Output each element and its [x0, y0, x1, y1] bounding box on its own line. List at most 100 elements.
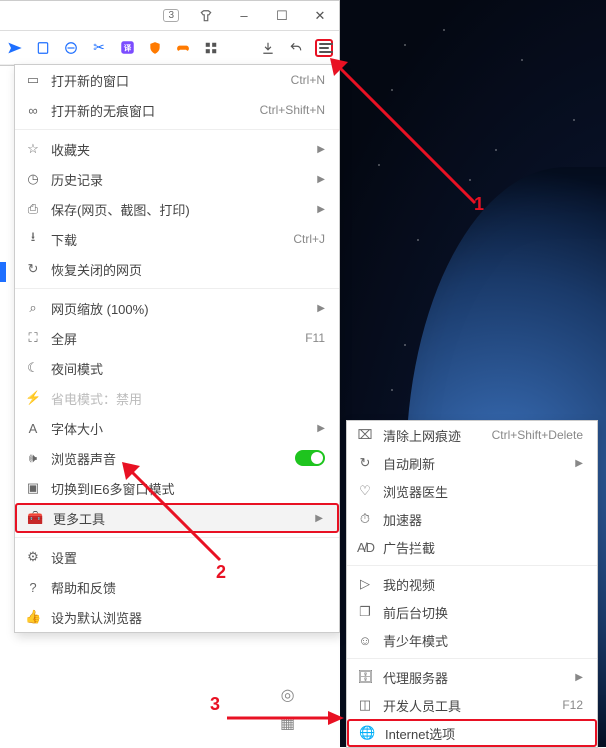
windows-icon: ▣	[25, 480, 41, 496]
menu-downloads[interactable]: ⭳ 下载 Ctrl+J	[15, 224, 339, 254]
menu-night-mode[interactable]: ☾ 夜间模式	[15, 353, 339, 383]
menu-restore-closed[interactable]: ↻ 恢复关闭的网页	[15, 254, 339, 284]
bookmark-icon[interactable]	[34, 39, 52, 57]
menu-favorites-label: 收藏夹	[51, 140, 307, 159]
annotation-number-3: 3	[210, 694, 220, 715]
submenu-proxy-server[interactable]: 🗄 代理服务器 ▶	[347, 663, 597, 691]
heart-icon: ♡	[357, 483, 373, 499]
menu-zoom[interactable]: ⌕ 网页缩放 (100%) ▶	[15, 293, 339, 323]
speaker-icon: 🕪	[25, 450, 41, 466]
refresh-icon: ↻	[357, 455, 373, 471]
corner-icons: ◎ ▦	[280, 685, 295, 733]
menu-separator	[15, 129, 339, 130]
menu-ie6-mode[interactable]: ▣ 切换到IE6多窗口模式	[15, 473, 339, 503]
download-icon: ⭳	[25, 228, 41, 250]
menu-default-label: 设为默认浏览器	[51, 608, 325, 627]
shield-icon[interactable]	[146, 39, 164, 57]
menu-settings[interactable]: ⚙ 设置	[15, 542, 339, 572]
submenu-fgbg-switch[interactable]: ❐ 前后台切换	[347, 598, 597, 626]
maximize-button[interactable]: ☐	[263, 1, 301, 30]
close-button[interactable]: ✕	[301, 1, 339, 30]
gauge-icon: ⏱	[357, 511, 373, 527]
menu-zoom-label: 网页缩放 (100%)	[51, 299, 307, 318]
submenu-internet-options[interactable]: 🌐 Internet选项	[347, 719, 597, 747]
submenu-doctor-label: 浏览器医生	[383, 482, 583, 501]
bird-icon[interactable]	[6, 39, 24, 57]
menu-fullscreen-label: 全屏	[51, 329, 295, 348]
submenu-accel-label: 加速器	[383, 510, 583, 529]
menu-ie6-label: 切换到IE6多窗口模式	[51, 479, 325, 498]
submenu-clear-label: 清除上网痕迹	[383, 426, 482, 445]
scissors-icon[interactable]: ✂	[90, 39, 108, 57]
submenu-devtools[interactable]: ◫ 开发人员工具 F12	[347, 691, 597, 719]
submenu-teen-mode[interactable]: ☺ 青少年模式	[347, 626, 597, 654]
menu-new-incognito[interactable]: ∞ 打开新的无痕窗口 Ctrl+Shift+N	[15, 95, 339, 125]
star-icon: ☆	[25, 141, 41, 157]
submenu-devtools-label: 开发人员工具	[383, 696, 552, 715]
globe-icon: 🌐	[359, 725, 375, 741]
menu-set-default-browser[interactable]: 👍 设为默认浏览器	[15, 602, 339, 632]
annotation-number-1: 1	[474, 194, 484, 215]
menu-history-label: 历史记录	[51, 170, 307, 189]
submenu-proxy-label: 代理服务器	[383, 668, 565, 687]
help-icon: ?	[25, 580, 41, 595]
menu-button[interactable]	[315, 39, 333, 57]
submenu-arrow-icon: ▶	[317, 204, 325, 215]
tab-count-badge[interactable]: 3	[163, 9, 179, 22]
submenu-fgbg-label: 前后台切换	[383, 603, 583, 622]
grid-icon[interactable]	[202, 39, 220, 57]
submenu-clear-traces[interactable]: ⌧ 清除上网痕迹 Ctrl+Shift+Delete	[347, 421, 597, 449]
clock-icon: ◷	[25, 171, 41, 187]
download-icon[interactable]	[259, 39, 277, 57]
font-icon: A	[25, 421, 41, 436]
submenu-arrow-icon: ▶	[315, 513, 323, 524]
submenu-arrow-icon: ▶	[317, 144, 325, 155]
submenu-auto-refresh[interactable]: ↻ 自动刷新 ▶	[347, 449, 597, 477]
menu-favorites[interactable]: ☆ 收藏夹 ▶	[15, 134, 339, 164]
gamepad-icon[interactable]	[174, 39, 192, 57]
left-accent-stub	[0, 262, 6, 282]
submenu-autorefresh-label: 自动刷新	[383, 454, 565, 473]
menu-new-incognito-shortcut: Ctrl+Shift+N	[260, 103, 325, 117]
toolbox-icon: 🧰	[27, 510, 43, 526]
submenu-teen-label: 青少年模式	[383, 631, 583, 650]
undo-icon[interactable]	[287, 39, 305, 57]
teen-icon: ☺	[357, 633, 373, 648]
submenu-myvideo-label: 我的视频	[383, 575, 583, 594]
bolt-icon: ⚡	[25, 390, 41, 406]
menu-new-window-shortcut: Ctrl+N	[291, 73, 325, 87]
submenu-accelerator[interactable]: ⏱ 加速器	[347, 505, 597, 533]
menu-new-window[interactable]: ▭ 打开新的窗口 Ctrl+N	[15, 65, 339, 95]
menu-new-incognito-label: 打开新的无痕窗口	[51, 101, 250, 120]
submenu-adblock[interactable]: A̸D 广告拦截	[347, 533, 597, 561]
translate-icon[interactable]: 译	[118, 39, 136, 57]
menu-font-size[interactable]: A 字体大小 ▶	[15, 413, 339, 443]
menu-save-label: 保存(网页、截图、打印)	[51, 200, 307, 219]
submenu-devtools-shortcut: F12	[562, 698, 583, 712]
menu-separator	[347, 565, 597, 566]
sound-toggle[interactable]	[295, 450, 325, 466]
submenu-browser-doctor[interactable]: ♡ 浏览器医生	[347, 477, 597, 505]
menu-history[interactable]: ◷ 历史记录 ▶	[15, 164, 339, 194]
menu-more-tools[interactable]: 🧰 更多工具 ▶	[15, 503, 339, 533]
qr-icon[interactable]: ▦	[280, 713, 295, 733]
toolbar: ✂ 译	[0, 31, 339, 65]
menu-fullscreen[interactable]: ⛶ 全屏 F11	[15, 323, 339, 353]
disc-icon[interactable]	[62, 39, 80, 57]
menu-separator	[347, 658, 597, 659]
save-icon: ⎙	[25, 201, 41, 217]
submenu-my-video[interactable]: ▷ 我的视频	[347, 570, 597, 598]
menu-night-label: 夜间模式	[51, 359, 325, 378]
submenu-arrow-icon: ▶	[317, 303, 325, 314]
compass-icon[interactable]: ◎	[280, 685, 295, 705]
menu-power-save: ⚡ 省电模式：禁用	[15, 383, 339, 413]
menu-browser-sound[interactable]: 🕪 浏览器声音	[15, 443, 339, 473]
menu-save[interactable]: ⎙ 保存(网页、截图、打印) ▶	[15, 194, 339, 224]
submenu-arrow-icon: ▶	[575, 458, 583, 469]
skin-icon[interactable]	[187, 1, 225, 30]
menu-downloads-shortcut: Ctrl+J	[293, 232, 325, 246]
minimize-button[interactable]: –	[225, 1, 263, 30]
menu-fullscreen-shortcut: F11	[305, 331, 325, 345]
fullscreen-icon: ⛶	[25, 330, 41, 346]
menu-help[interactable]: ? 帮助和反馈	[15, 572, 339, 602]
